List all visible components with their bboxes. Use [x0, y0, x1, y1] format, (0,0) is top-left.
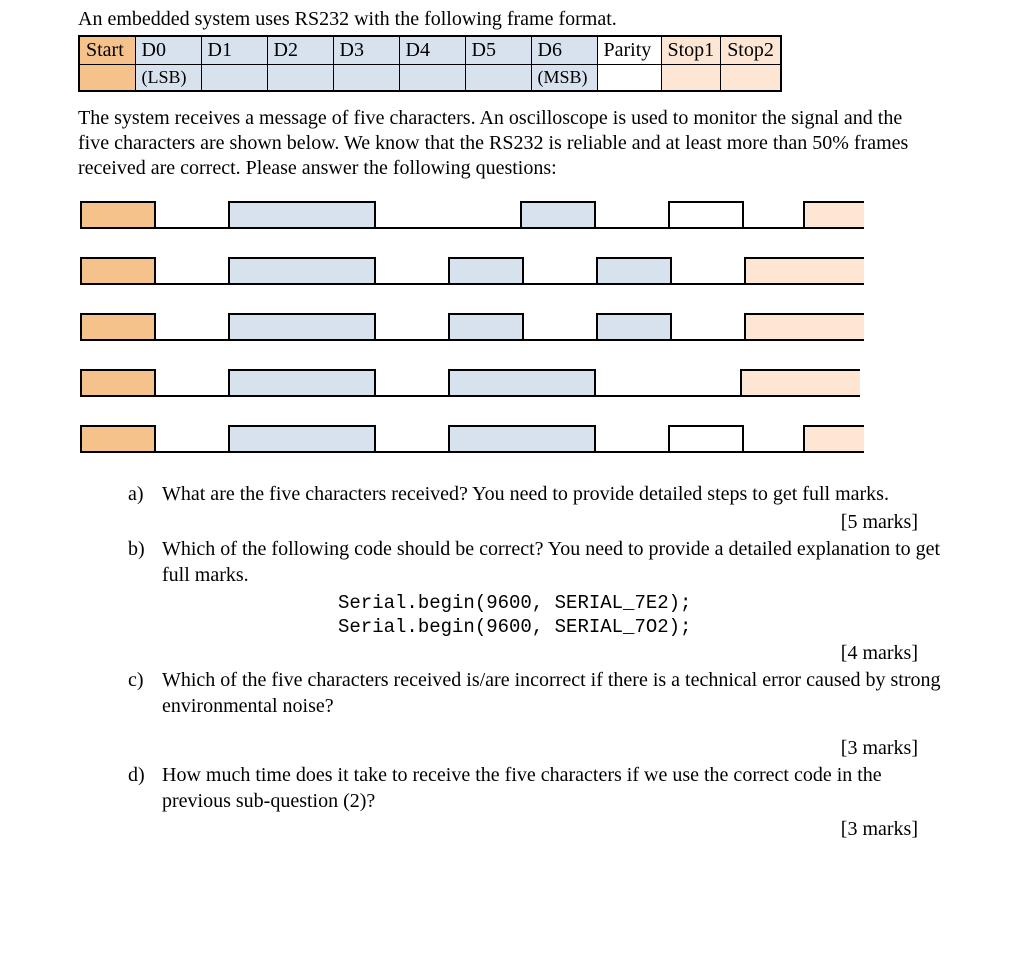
waveform-bit: [596, 395, 668, 397]
waveform-row: [80, 425, 1012, 459]
waveform-bit: [82, 257, 154, 285]
waveform-bit: [230, 313, 302, 341]
waveform-bit: [670, 425, 742, 453]
question-c-label: c): [128, 667, 144, 693]
waveform-bit: [448, 227, 520, 229]
waveform-bit: [522, 425, 594, 453]
question-b-label: b): [128, 536, 145, 562]
question-d-label: d): [128, 762, 145, 788]
waveform-row: [80, 257, 1012, 291]
waveform-row: [80, 201, 1012, 235]
question-a-label: a): [128, 481, 144, 507]
frame-cell-parity: Parity: [597, 36, 661, 65]
waveform-bit: [450, 313, 522, 341]
waveform-row: [80, 313, 1012, 347]
frame-cell-d4: D4: [399, 36, 465, 65]
waveform-bit: [450, 369, 522, 397]
waveform-bit: [522, 369, 594, 397]
frame-cell-stop1: Stop1: [661, 36, 721, 65]
waveform-bit: [450, 425, 522, 453]
question-c-text: Which of the five characters received is…: [162, 669, 941, 717]
waveform-bit: [450, 257, 522, 285]
waveform-bit: [156, 451, 228, 453]
frame-cell-d6: D6: [531, 36, 597, 65]
waveform-bit: [672, 339, 744, 341]
question-a-text: What are the five characters received? Y…: [162, 483, 889, 505]
question-b-marks: [4 marks]: [128, 642, 948, 665]
waveform-bit: [230, 425, 302, 453]
waveform-bit: [82, 201, 154, 229]
question-a-marks: [5 marks]: [128, 511, 948, 534]
waveform-bit: [746, 257, 805, 285]
question-b-text: Which of the following code should be co…: [162, 538, 940, 586]
waveform-bit: [596, 451, 668, 453]
question-list: a) What are the five characters received…: [128, 481, 948, 841]
waveform-bit: [82, 369, 154, 397]
waveform-bit: [82, 425, 154, 453]
question-d-text: How much time does it take to receive th…: [162, 764, 882, 812]
intro-line: An embedded system uses RS232 with the f…: [78, 8, 1012, 31]
waveform-bit: [805, 313, 864, 341]
frame-cell-stop2: Stop2: [721, 36, 781, 65]
waveform-bit: [672, 283, 744, 285]
waveform-bit: [230, 201, 302, 229]
waveform-bit: [670, 201, 742, 229]
waveform-bit: [801, 369, 860, 397]
waveform-bit: [376, 451, 448, 453]
frame-cell-d2: D2: [267, 36, 333, 65]
question-b: b) Which of the following code should be…: [128, 536, 948, 588]
question-a: a) What are the five characters received…: [128, 481, 948, 507]
waveform-bit: [744, 451, 803, 453]
waveform-bit: [302, 257, 374, 285]
waveform-bit: [156, 227, 228, 229]
waveform-bit: [156, 339, 228, 341]
waveform-bit: [230, 369, 302, 397]
waveform-bit: [805, 257, 864, 285]
code-line-1: Serial.begin(9600, SERIAL_7E2);: [338, 592, 948, 616]
waveform-bit: [524, 283, 596, 285]
question-c-marks: [3 marks]: [128, 737, 948, 760]
waveform-bit: [376, 227, 448, 229]
waveform-bit: [376, 395, 448, 397]
waveform-bit: [82, 313, 154, 341]
waveform-row: [80, 369, 1012, 403]
question-d: d) How much time does it take to receive…: [128, 762, 948, 814]
waveform-bit: [302, 369, 374, 397]
waveform-bit: [302, 201, 374, 229]
waveform-bit: [376, 339, 448, 341]
waveforms: [80, 201, 1012, 459]
waveform-bit: [805, 425, 864, 453]
waveform-bit: [376, 283, 448, 285]
waveform-bit: [230, 257, 302, 285]
waveform-bit: [524, 339, 596, 341]
code-line-2: Serial.begin(9600, SERIAL_7O2);: [338, 616, 948, 640]
waveform-bit: [302, 425, 374, 453]
question-d-marks: [3 marks]: [128, 818, 948, 841]
waveform-bit: [744, 227, 803, 229]
waveform-bit: [596, 227, 668, 229]
waveform-bit: [598, 313, 670, 341]
waveform-bit: [522, 201, 594, 229]
question-c: c) Which of the five characters received…: [128, 667, 948, 719]
waveform-bit: [156, 395, 228, 397]
frame-cell-d0: D0: [135, 36, 201, 65]
waveform-bit: [598, 257, 670, 285]
frame-cell-d3: D3: [333, 36, 399, 65]
waveform-bit: [302, 313, 374, 341]
frame-cell-d1: D1: [201, 36, 267, 65]
waveform-bit: [746, 313, 805, 341]
context-paragraph: The system receives a message of five ch…: [78, 106, 913, 181]
frame-format-table: Start D0 D1 D2 D3 D4 D5 D6 Parity Stop1 …: [78, 35, 782, 92]
waveform-bit: [805, 201, 864, 229]
frame-cell-start: Start: [79, 36, 135, 65]
frame-cell-d5: D5: [465, 36, 531, 65]
waveform-bit: [668, 395, 740, 397]
waveform-bit: [156, 283, 228, 285]
waveform-bit: [742, 369, 801, 397]
